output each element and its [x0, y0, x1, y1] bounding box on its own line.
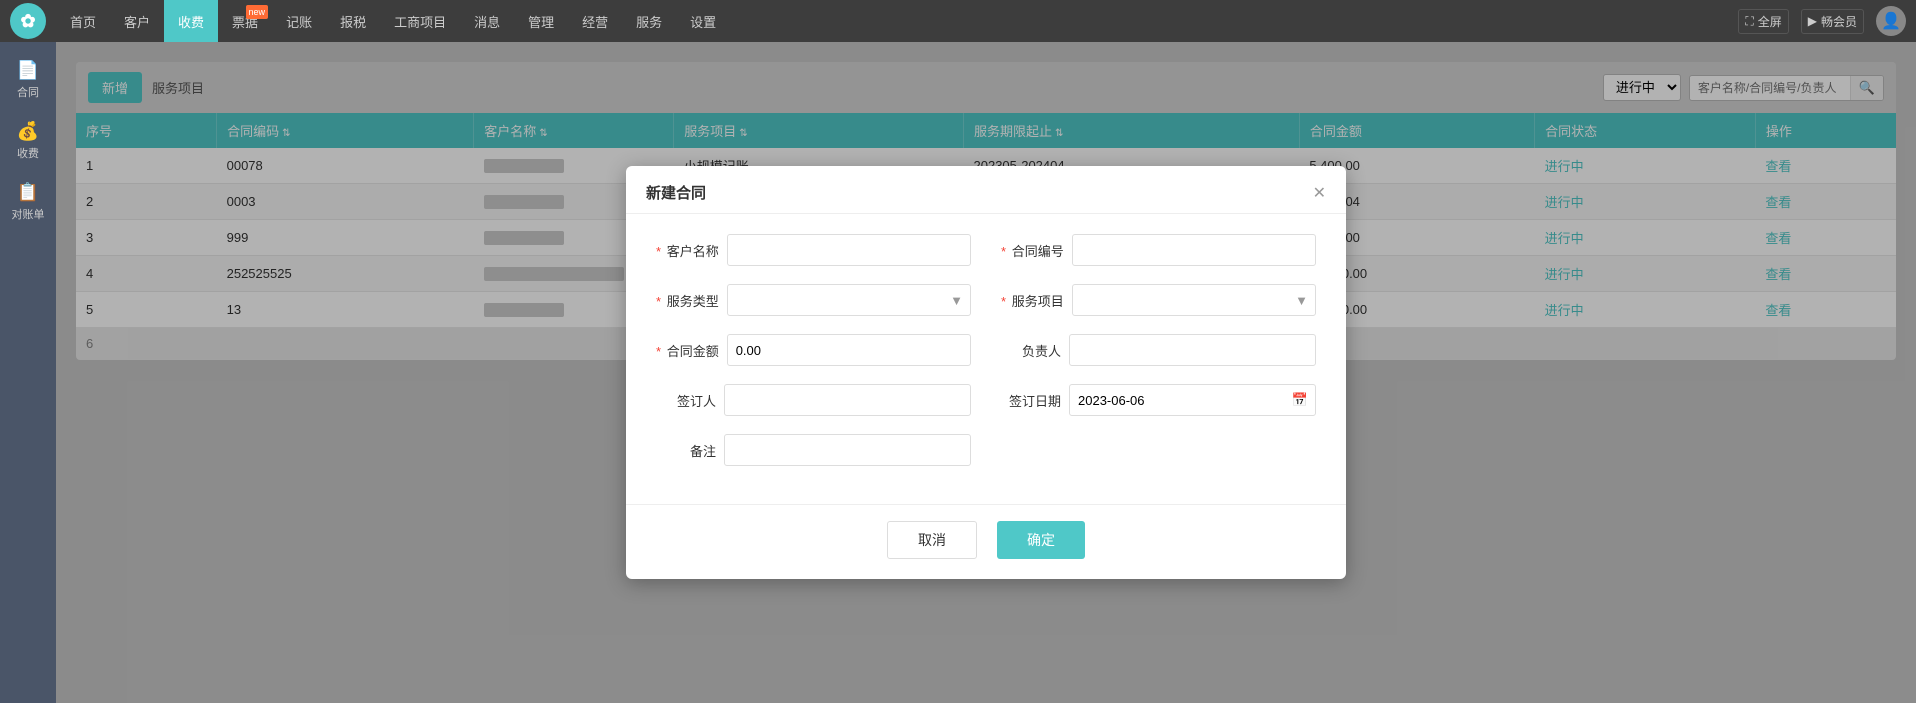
service-project-field: * 服务项目 ▼: [1001, 284, 1316, 316]
signatory-label: 签订人: [656, 391, 716, 410]
nav-item-service[interactable]: 服务: [622, 0, 676, 42]
form-row-3: * 合同金额 负责人: [656, 334, 1316, 366]
sidebar-item-statement[interactable]: 📋 对账单: [3, 174, 53, 230]
sign-date-field: 签订日期 📅: [1001, 384, 1316, 416]
service-type-select-wrapper: ▼: [727, 284, 971, 316]
confirm-button[interactable]: 确定: [997, 521, 1085, 559]
member-button[interactable]: ▶ 畅会员: [1801, 9, 1864, 34]
form-row-2: * 服务类型 ▼ * 服务项目: [656, 284, 1316, 316]
form-row-5: 备注: [656, 434, 1316, 466]
fullscreen-icon: ⛶: [1745, 14, 1753, 29]
service-project-label: * 服务项目: [1001, 291, 1064, 310]
logo: ✿: [10, 3, 46, 39]
remark-label: 备注: [656, 441, 716, 460]
sidebar-item-contract[interactable]: 📄 合同: [3, 52, 53, 108]
service-project-select-wrapper: ▼: [1072, 284, 1316, 316]
nav-item-manage[interactable]: 管理: [514, 0, 568, 42]
responsible-person-input[interactable]: [1069, 334, 1316, 366]
fee-icon: 💰: [17, 121, 39, 142]
nav-item-customer[interactable]: 客户: [110, 0, 164, 42]
contract-amount-label: * 合同金额: [656, 341, 719, 360]
nav-item-fee[interactable]: 收费: [164, 0, 218, 42]
sidebar-item-fee[interactable]: 💰 收费: [3, 113, 53, 169]
nav-item-message[interactable]: 消息: [460, 0, 514, 42]
sidebar: 📄 合同 💰 收费 📋 对账单: [0, 42, 56, 703]
modal-header: 新建合同 ✕: [626, 166, 1346, 214]
modal-body: * 客户名称 * 合同编号: [626, 214, 1346, 504]
remark-field: 备注: [656, 434, 971, 466]
contract-no-label: * 合同编号: [1001, 241, 1064, 260]
top-navigation: ✿ 首页 客户 收费 票据 new 记账 报税 工商项目 消息 管理 经营 服务…: [0, 0, 1916, 42]
form-row-1: * 客户名称 * 合同编号: [656, 234, 1316, 266]
sign-date-input[interactable]: [1069, 384, 1316, 416]
new-badge: new: [246, 5, 269, 19]
customer-name-input[interactable]: [727, 234, 971, 266]
nav-item-invoice[interactable]: 票据 new: [218, 0, 272, 42]
contract-amount-input[interactable]: [727, 334, 971, 366]
sign-date-wrapper: 📅: [1069, 384, 1316, 416]
responsible-person-field: 负责人: [1001, 334, 1316, 366]
nav-item-accounting[interactable]: 记账: [272, 0, 326, 42]
content-area: 新增 服务项目 进行中 已完成 已终止 🔍: [56, 42, 1916, 703]
nav-right-area: ⛶ 全屏 ▶ 畅会员 👤: [1738, 6, 1906, 36]
nav-item-tax[interactable]: 报税: [326, 0, 380, 42]
statement-icon: 📋: [17, 182, 39, 203]
cancel-button[interactable]: 取消: [887, 521, 977, 559]
customer-name-label: * 客户名称: [656, 241, 719, 260]
service-project-select[interactable]: [1072, 284, 1316, 316]
nav-item-settings[interactable]: 设置: [676, 0, 730, 42]
modal-footer: 取消 确定: [626, 504, 1346, 579]
new-contract-modal: 新建合同 ✕ * 客户名称: [626, 166, 1346, 579]
contract-icon: 📄: [17, 60, 39, 81]
contract-amount-field: * 合同金额: [656, 334, 971, 366]
modal-title: 新建合同: [646, 182, 706, 203]
service-type-label: * 服务类型: [656, 291, 719, 310]
signatory-input[interactable]: [724, 384, 971, 416]
modal-overlay: 新建合同 ✕ * 客户名称: [56, 42, 1916, 703]
modal-close-button[interactable]: ✕: [1313, 183, 1326, 203]
nav-menu: 首页 客户 收费 票据 new 记账 报税 工商项目 消息 管理 经营 服务 设…: [56, 0, 1738, 42]
fullscreen-button[interactable]: ⛶ 全屏: [1738, 9, 1788, 34]
nav-item-operation[interactable]: 经营: [568, 0, 622, 42]
customer-name-field: * 客户名称: [656, 234, 971, 266]
nav-item-home[interactable]: 首页: [56, 0, 110, 42]
service-type-field: * 服务类型 ▼: [656, 284, 971, 316]
signatory-field: 签订人: [656, 384, 971, 416]
contract-no-input[interactable]: [1072, 234, 1316, 266]
sign-date-label: 签订日期: [1001, 391, 1061, 410]
service-type-select[interactable]: [727, 284, 971, 316]
form-row-4: 签订人 签订日期 📅: [656, 384, 1316, 416]
play-icon: ▶: [1808, 14, 1817, 28]
avatar[interactable]: 👤: [1876, 6, 1906, 36]
remark-input[interactable]: [724, 434, 971, 466]
main-layout: 📄 合同 💰 收费 📋 对账单 新增 服务项目 进行中 已完成 已终止: [0, 42, 1916, 703]
contract-no-field: * 合同编号: [1001, 234, 1316, 266]
nav-item-business[interactable]: 工商项目: [380, 0, 460, 42]
responsible-person-label: 负责人: [1001, 341, 1061, 360]
